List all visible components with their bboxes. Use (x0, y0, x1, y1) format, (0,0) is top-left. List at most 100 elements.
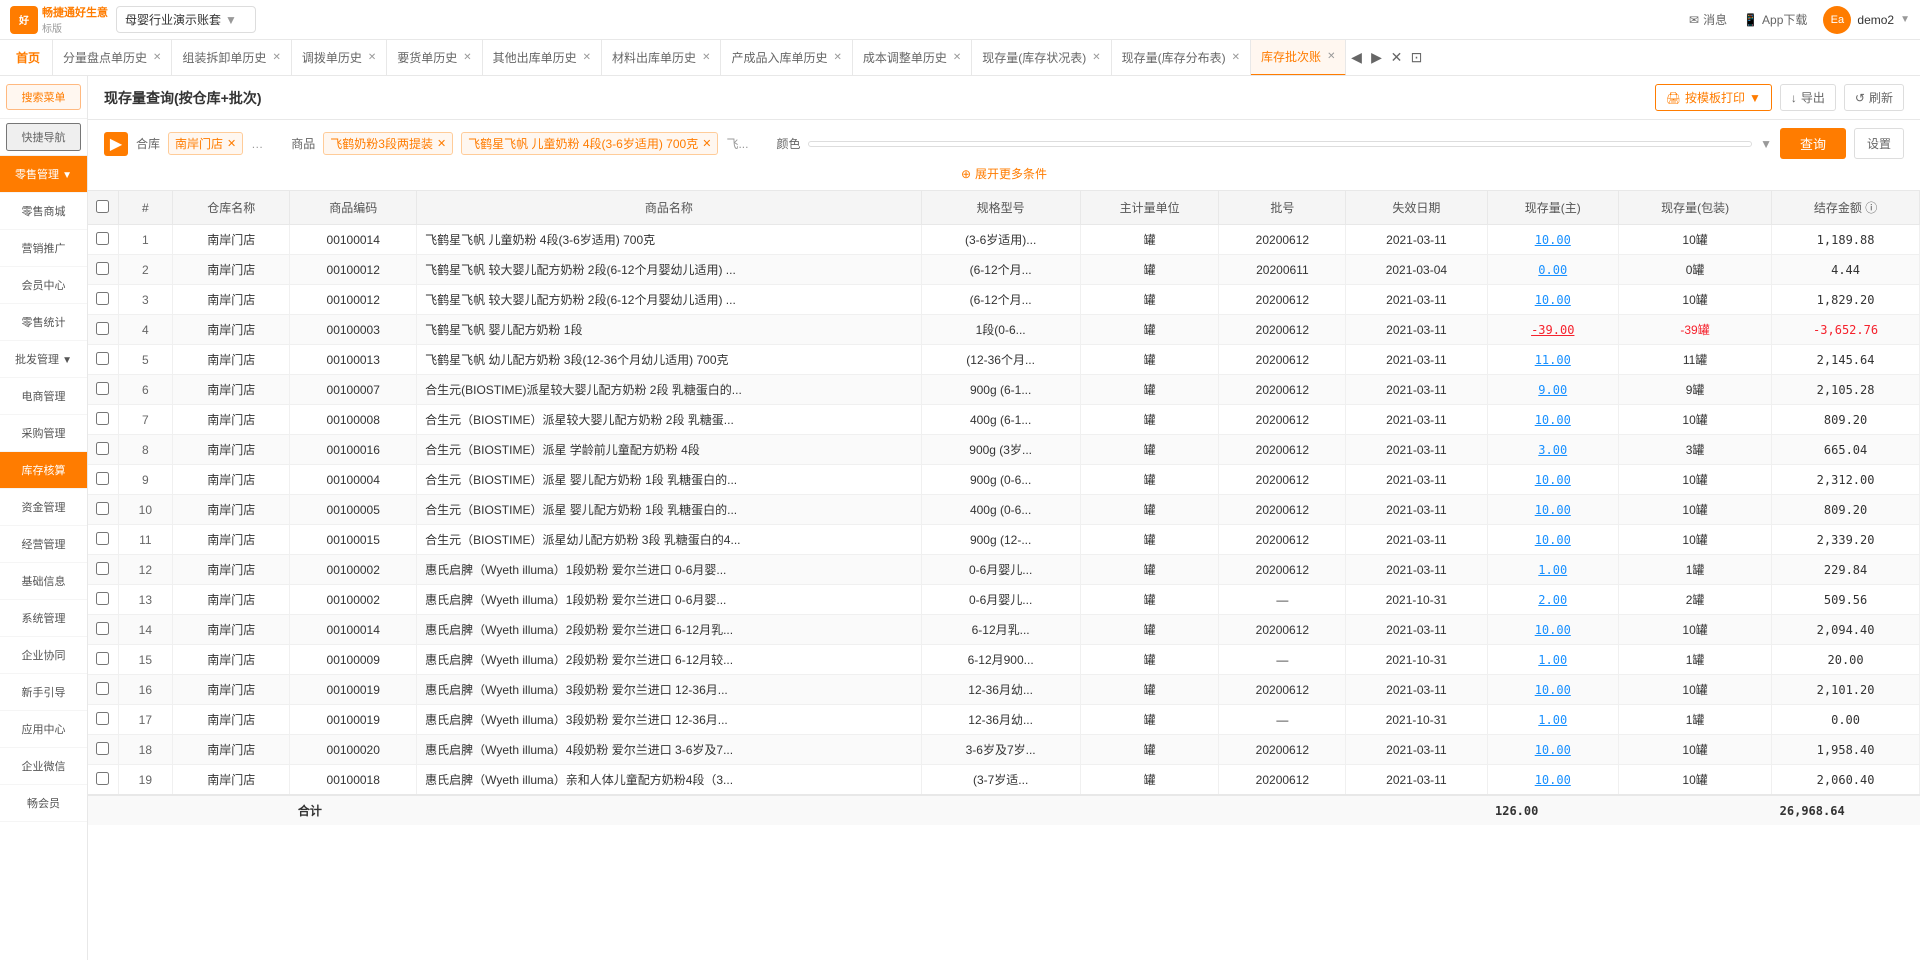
row-qty[interactable]: 11.00 (1487, 345, 1619, 375)
app-download-button[interactable]: 📱 App下载 (1743, 11, 1807, 28)
close-icon[interactable]: ✕ (272, 52, 280, 63)
row-qty[interactable]: 10.00 (1487, 285, 1619, 315)
tab-close-all[interactable]: ✕ (1386, 40, 1406, 76)
close-icon[interactable]: ✕ (1232, 52, 1240, 63)
row-qty[interactable]: 10.00 (1487, 675, 1619, 705)
tab-chengben[interactable]: 成本调整单历史 ✕ (853, 40, 972, 76)
row-checkbox[interactable] (88, 255, 118, 285)
message-button[interactable]: ✉ 消息 (1689, 11, 1727, 28)
row-checkbox[interactable] (88, 495, 118, 525)
sidebar-item-wechat[interactable]: 企业微信 (0, 748, 87, 785)
row-qty[interactable]: 10.00 (1487, 405, 1619, 435)
tab-home[interactable]: 首页 (4, 40, 53, 76)
expand-more-conditions[interactable]: ⊕ 展开更多条件 (104, 165, 1904, 182)
quick-nav-button[interactable]: 快捷导航 (6, 123, 81, 151)
row-checkbox[interactable] (88, 465, 118, 495)
close-icon[interactable]: ✕ (463, 52, 471, 63)
row-checkbox[interactable] (88, 735, 118, 765)
sidebar-item-member[interactable]: 会员中心 (0, 267, 87, 304)
row-qty[interactable]: 10.00 (1487, 735, 1619, 765)
row-checkbox[interactable] (88, 225, 118, 255)
tab-chancheng[interactable]: 产成品入库单历史 ✕ (721, 40, 852, 76)
row-checkbox[interactable] (88, 405, 118, 435)
sidebar-item-purchase[interactable]: 采购管理 (0, 415, 87, 452)
row-checkbox[interactable] (88, 585, 118, 615)
close-icon[interactable]: ✕ (1092, 52, 1100, 63)
warehouse-tag-close[interactable]: ✕ (227, 137, 236, 150)
row-qty[interactable]: 0.00 (1487, 255, 1619, 285)
goods-tag-2-close[interactable]: ✕ (702, 137, 711, 150)
tab-kucun-state[interactable]: 现存量(库存状况表) ✕ (972, 40, 1111, 76)
export-button[interactable]: ↓ 导出 (1780, 84, 1836, 111)
user-area[interactable]: Ea demo2 ▼ (1823, 6, 1910, 34)
warehouse-more[interactable]: … (251, 137, 263, 151)
tab-yaohuo[interactable]: 要货单历史 ✕ (387, 40, 482, 76)
close-icon[interactable]: ✕ (953, 52, 961, 63)
query-button[interactable]: 查询 (1780, 128, 1846, 159)
print-template-button[interactable]: 🖨 按模板打印 ▼ (1655, 84, 1772, 111)
sidebar-item-wholesale[interactable]: 批发管理 ▼ (0, 341, 87, 378)
row-checkbox[interactable] (88, 315, 118, 345)
row-qty[interactable]: 10.00 (1487, 465, 1619, 495)
row-qty[interactable]: 1.00 (1487, 645, 1619, 675)
row-checkbox[interactable] (88, 675, 118, 705)
tab-kucun-batch[interactable]: 库存批次账 ✕ (1251, 40, 1346, 76)
sidebar-item-basic[interactable]: 基础信息 (0, 563, 87, 600)
row-checkbox[interactable] (88, 345, 118, 375)
row-qty[interactable]: 2.00 (1487, 585, 1619, 615)
close-icon[interactable]: ✕ (1327, 51, 1335, 62)
sidebar-item-member2[interactable]: 畅会员 (0, 785, 87, 822)
row-checkbox[interactable] (88, 615, 118, 645)
tab-nav-prev[interactable]: ◀ (1346, 40, 1366, 76)
row-qty[interactable]: -39.00 (1487, 315, 1619, 345)
tab-nav-next[interactable]: ▶ (1366, 40, 1386, 76)
tab-maximize[interactable]: ⊡ (1406, 40, 1426, 76)
row-qty[interactable]: 10.00 (1487, 615, 1619, 645)
sidebar-item-appstore[interactable]: 应用中心 (0, 711, 87, 748)
sidebar-item-enterprise[interactable]: 企业协同 (0, 637, 87, 674)
sidebar-item-marketing[interactable]: 营销推广 (0, 230, 87, 267)
row-checkbox[interactable] (88, 375, 118, 405)
row-checkbox[interactable] (88, 525, 118, 555)
close-icon[interactable]: ✕ (583, 52, 591, 63)
row-qty[interactable]: 9.00 (1487, 375, 1619, 405)
sidebar-item-finance[interactable]: 资金管理 (0, 489, 87, 526)
close-icon[interactable]: ✕ (833, 52, 841, 63)
tab-qita[interactable]: 其他出库单历史 ✕ (483, 40, 602, 76)
close-icon[interactable]: ✕ (702, 52, 710, 63)
goods-more[interactable]: 飞... (726, 135, 748, 152)
sidebar-item-inventory[interactable]: 库存核算 (0, 452, 87, 489)
select-all-checkbox[interactable] (96, 200, 109, 213)
color-input[interactable] (808, 141, 1752, 147)
sidebar-item-guide[interactable]: 新手引导 (0, 674, 87, 711)
row-qty[interactable]: 1.00 (1487, 555, 1619, 585)
close-icon[interactable]: ✕ (153, 52, 161, 63)
tab-fenliang[interactable]: 分量盘点单历史 ✕ (53, 40, 172, 76)
sidebar-item-retail[interactable]: 零售管理 ▼ (0, 156, 87, 193)
tab-kucun-dist[interactable]: 现存量(库存分布表) ✕ (1112, 40, 1251, 76)
expand-filter-button[interactable]: ▶ (104, 132, 128, 156)
row-qty[interactable]: 10.00 (1487, 765, 1619, 796)
color-dropdown-icon[interactable]: ▼ (1760, 137, 1772, 151)
refresh-button[interactable]: ↺ 刷新 (1844, 84, 1904, 111)
row-checkbox[interactable] (88, 285, 118, 315)
search-menu-button[interactable]: 搜索菜单 (6, 84, 81, 110)
tab-zuzhuang[interactable]: 组装拆卸单历史 ✕ (172, 40, 291, 76)
row-checkbox[interactable] (88, 705, 118, 735)
row-qty[interactable]: 10.00 (1487, 225, 1619, 255)
settings-button[interactable]: 设置 (1854, 128, 1904, 159)
row-qty[interactable]: 10.00 (1487, 525, 1619, 555)
sidebar-item-management[interactable]: 经营管理 (0, 526, 87, 563)
sidebar-item-system[interactable]: 系统管理 (0, 600, 87, 637)
sidebar-item-retail-shop[interactable]: 零售商城 (0, 193, 87, 230)
row-checkbox[interactable] (88, 435, 118, 465)
row-qty[interactable]: 1.00 (1487, 705, 1619, 735)
sidebar-item-ecommerce[interactable]: 电商管理 (0, 378, 87, 415)
row-checkbox[interactable] (88, 765, 118, 796)
row-checkbox[interactable] (88, 645, 118, 675)
close-icon[interactable]: ✕ (368, 52, 376, 63)
tab-cailiao[interactable]: 材料出库单历史 ✕ (602, 40, 721, 76)
row-qty[interactable]: 10.00 (1487, 495, 1619, 525)
row-qty[interactable]: 3.00 (1487, 435, 1619, 465)
workspace-selector[interactable]: 母婴行业演示账套 ▼ (116, 6, 256, 33)
